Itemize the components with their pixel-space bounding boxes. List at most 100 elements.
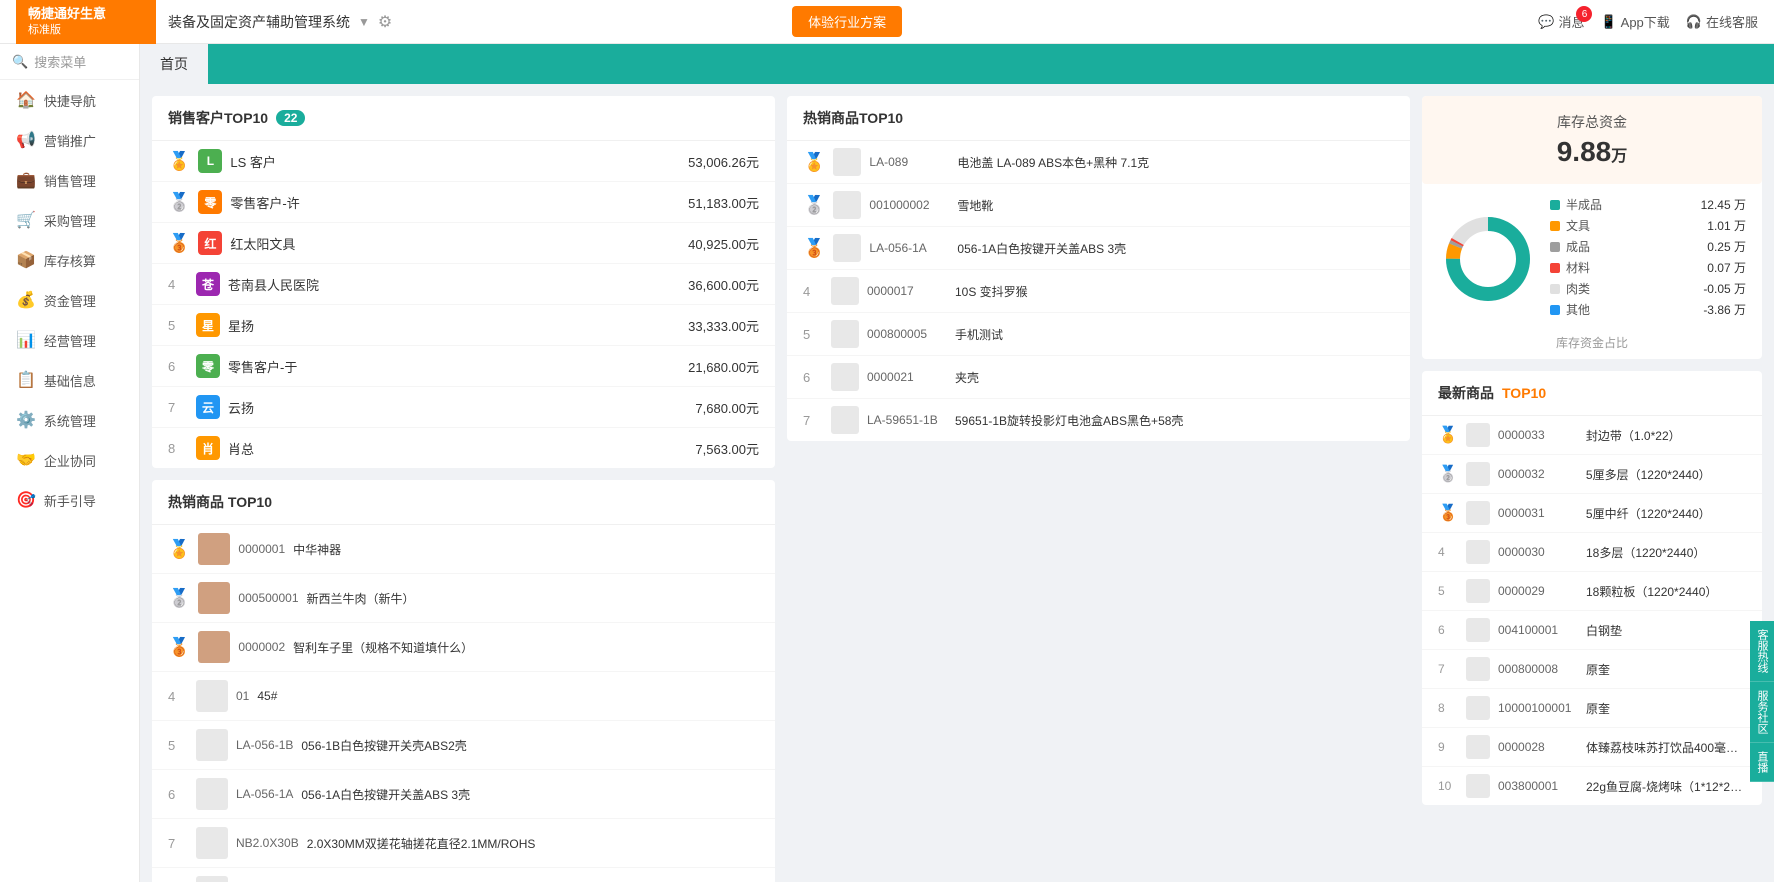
donut-chart <box>1438 209 1538 309</box>
customer-badge-avatar: 零 <box>196 354 220 378</box>
customer-badge-avatar: 零 <box>198 190 222 214</box>
inventory-total: 库存总资金 9.88万 <box>1422 96 1762 184</box>
product-ranking-panel: 热销商品TOP10 🏅 LA-089 电池盖 LA-089 ABS本色+黑种 7… <box>787 96 1410 441</box>
product-name: 雪地靴 <box>957 197 1394 214</box>
customer-ranking-label: 销售客户TOP10 <box>168 108 268 128</box>
sidebar-label-newbie: 新手引导 <box>44 491 96 510</box>
sidebar-item-inventory[interactable]: 📦 库存核算 <box>0 240 139 280</box>
gear-icon[interactable]: ⚙ <box>378 12 392 32</box>
system-name-area: 装备及固定资产辅助管理系统 ▼ ⚙ <box>168 12 780 32</box>
online-service-button[interactable]: 🎧 在线客服 <box>1686 12 1758 31</box>
sidebar-item-operations[interactable]: 📊 经营管理 <box>0 320 139 360</box>
product-rank-row: 🥈 001000002 雪地靴 <box>787 184 1410 227</box>
legend-list: 半成品 12.45 万 文具 1.01 万 成品 0.25 万 材料 0.07 … <box>1550 196 1746 322</box>
legend-name: 成品 <box>1566 238 1701 255</box>
sidebar-item-quick-nav[interactable]: 🏠 快捷导航 <box>0 80 139 120</box>
sidebar-item-collab[interactable]: 🤝 企业协同 <box>0 440 139 480</box>
sidebar-item-basic-info[interactable]: 📋 基础信息 <box>0 360 139 400</box>
new-product-name: 5厘多层（1220*2440） <box>1586 466 1746 483</box>
product-code: 0000017 <box>867 284 947 298</box>
hot-product-row: 4 01 45# <box>152 672 775 721</box>
content-area: 首页 销售客户TOP10 22 🏅 L LS 客户 53,006.26元 🥈 零… <box>140 44 1774 882</box>
legend-dot <box>1550 200 1560 210</box>
sidebar-item-sales[interactable]: 💼 销售管理 <box>0 160 139 200</box>
customer-rank-row: 4 苍 苍南县人民医院 36,600.00元 <box>152 264 775 305</box>
finance-icon: 💰 <box>16 290 36 310</box>
legend-dot <box>1550 221 1560 231</box>
hot-products-panel: 热销商品 TOP10 🏅 0000001 中华神器 🥈 000500001 新西… <box>152 480 775 882</box>
tab-home[interactable]: 首页 <box>140 44 208 84</box>
new-product-image <box>1466 618 1490 642</box>
customer-amount: 53,006.26元 <box>688 152 759 171</box>
rank-number: 6 <box>803 370 823 385</box>
newest-product-row: 🏅 0000033 封边带（1.0*22） <box>1422 416 1762 455</box>
sidebar-label-sales: 销售管理 <box>44 171 96 190</box>
rank-number: 7 <box>168 400 188 415</box>
sidebar-item-purchase[interactable]: 🛒 采购管理 <box>0 200 139 240</box>
legend-item: 肉类 -0.05 万 <box>1550 280 1746 297</box>
new-product-name: 体臻荔枝味苏打饮品400毫升（1*15） <box>1586 739 1746 756</box>
legend-value: -3.86 万 <box>1703 301 1746 318</box>
customer-name: 零售客户-许 <box>230 193 680 212</box>
app-logo: 畅捷通好生意 标准版 <box>16 0 156 44</box>
product-rank-row: 7 LA-59651-1B 59651-1B旋转投影灯电池盒ABS黑色+58壳 <box>787 399 1410 441</box>
new-product-code: 0000029 <box>1498 584 1578 598</box>
sidebar-label-purchase: 采购管理 <box>44 211 96 230</box>
customer-badge-avatar: 红 <box>198 231 222 255</box>
rank-number: 7 <box>168 836 188 851</box>
hot-product-name: 智利车子里（规格不知道填什么） <box>293 639 759 656</box>
sidebar-label-basic-info: 基础信息 <box>44 371 96 390</box>
rank-number: 4 <box>1438 545 1458 559</box>
customer-rank-row: 🏅 L LS 客户 53,006.26元 <box>152 141 775 182</box>
product-code: 0000021 <box>867 370 947 384</box>
float-button[interactable]: 客服热线 <box>1750 621 1774 682</box>
product-name: 10S 变抖罗猴 <box>955 283 1394 300</box>
newest-product-row: 5 0000029 18颗粒板（1220*2440） <box>1422 572 1762 611</box>
trial-button[interactable]: 体验行业方案 <box>792 6 902 37</box>
sidebar-search[interactable]: 🔍 搜索菜单 <box>0 44 139 80</box>
customer-amount: 7,563.00元 <box>695 439 759 458</box>
new-product-code: 0000030 <box>1498 545 1578 559</box>
new-product-image <box>1466 774 1490 798</box>
legend-name: 其他 <box>1566 301 1697 318</box>
float-button[interactable]: 直播 <box>1750 743 1774 782</box>
new-product-code: 0000032 <box>1498 467 1578 481</box>
message-button[interactable]: 💬 消息 6 <box>1538 12 1584 31</box>
product-rank-row: 4 0000017 10S 变抖罗猴 <box>787 270 1410 313</box>
customer-name: LS 客户 <box>230 152 680 171</box>
logo-text: 畅捷通好生意 <box>28 6 106 22</box>
sidebar-item-newbie[interactable]: 🎯 新手引导 <box>0 480 139 520</box>
sidebar-item-marketing[interactable]: 📢 营销推广 <box>0 120 139 160</box>
customer-rank-row: 8 肖 肖总 7,563.00元 <box>152 428 775 468</box>
customer-name: 星扬 <box>228 316 680 335</box>
float-button[interactable]: 服务社区 <box>1750 682 1774 743</box>
product-ranking-label: 热销商品TOP10 <box>803 108 903 128</box>
home-icon: 🏠 <box>16 90 36 110</box>
sidebar-label-quick-nav: 快捷导航 <box>44 91 96 110</box>
sidebar-item-finance[interactable]: 💰 资金管理 <box>0 280 139 320</box>
rank-number: 6 <box>168 787 188 802</box>
sidebar-item-system[interactable]: ⚙️ 系统管理 <box>0 400 139 440</box>
hot-product-image <box>198 631 230 663</box>
newest-products-label: 最新商品 <box>1438 383 1494 403</box>
sidebar-label-system: 系统管理 <box>44 411 96 430</box>
hot-product-image <box>196 680 228 712</box>
product-name: 电池盖 LA-089 ABS本色+黑种 7.1克 <box>957 154 1394 171</box>
new-product-code: 0000033 <box>1498 428 1578 442</box>
legend-value: 12.45 万 <box>1701 196 1746 213</box>
customer-name: 云扬 <box>228 398 687 417</box>
newest-product-row: 10 003800001 22g鱼豆腐-烧烤味（1*12*20） <box>1422 767 1762 805</box>
hot-product-name: 2.0X30MM双搓花轴搓花直径2.1MM/ROHS <box>307 835 759 852</box>
rank-number: 9 <box>1438 740 1458 754</box>
app-download-button[interactable]: 📱 App下载 <box>1600 12 1669 31</box>
sales-icon: 💼 <box>16 170 36 190</box>
product-image <box>833 234 861 262</box>
product-image <box>831 320 859 348</box>
gold-medal-icon: 🏅 <box>168 151 190 172</box>
dropdown-arrow-icon[interactable]: ▼ <box>358 15 370 29</box>
purchase-icon: 🛒 <box>16 210 36 230</box>
gold-medal-icon: 🏅 <box>803 152 825 173</box>
hot-products-title: 热销商品 TOP10 <box>152 480 775 525</box>
hot-product-code: LA-056-1B <box>236 738 293 752</box>
new-product-name: 白钢垫 <box>1586 622 1746 639</box>
